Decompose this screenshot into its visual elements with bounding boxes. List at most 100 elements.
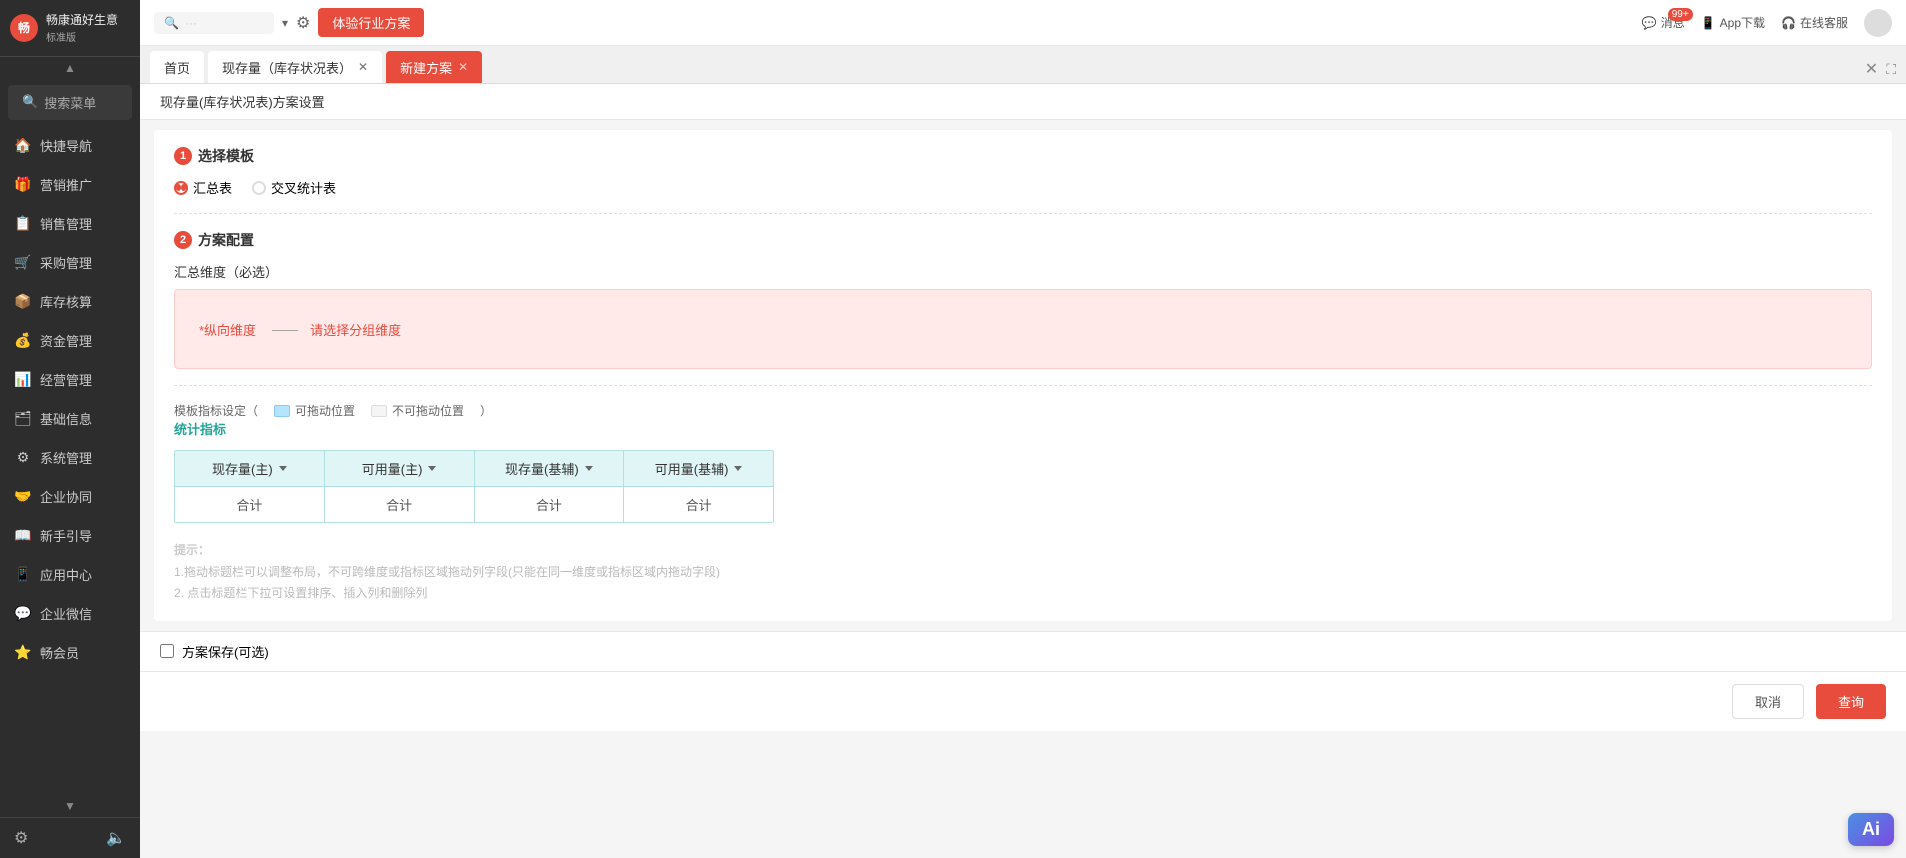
basic-info-icon: 🗂 (14, 409, 32, 427)
sidebar-item-enterprise[interactable]: 🤝企业协同 (0, 477, 140, 516)
tab-home-label: 首页 (164, 58, 190, 77)
step1-badge: 1 (174, 147, 192, 165)
search-icon: 🔍 (22, 94, 38, 110)
radio-cross-label: 交叉统计表 (271, 178, 336, 197)
scroll-down-button[interactable]: ▼ (0, 795, 140, 817)
radio-cross-dot (252, 181, 266, 195)
sidebar-item-label: 企业协同 (40, 487, 92, 506)
sidebar-item-quick-nav[interactable]: 🏠快捷导航 (0, 126, 140, 165)
page-title: 现存量(库存状况表)方案设置 (160, 95, 325, 110)
tab-inventory-status[interactable]: 现存量（库存状况表） ✕ (208, 51, 382, 83)
stat-data-col2: 合计 (325, 487, 475, 522)
sidebar-item-vip[interactable]: ⭐畅会员 (0, 633, 140, 672)
stat-header-col4[interactable]: 可用量(基辅) (624, 451, 773, 486)
stat-header-col1[interactable]: 现存量(主) (175, 451, 325, 486)
tab-inventory-label: 现存量（库存状况表） (222, 58, 352, 77)
sidebar-item-label: 新手引导 (40, 526, 92, 545)
sidebar-item-finance[interactable]: 💰资金管理 (0, 321, 140, 360)
stat-header-col2[interactable]: 可用量(主) (325, 451, 475, 486)
step1-title: 1 选择模板 (174, 146, 1872, 166)
legend-movable: 可拖动位置 (274, 402, 355, 419)
phone-icon: 📱 (1701, 16, 1716, 30)
topbar: 🔍 ··· ▾ ⚙ 体验行业方案 💬 消息 99+ 📱 App下载 🎧 在线客服 (140, 0, 1906, 46)
vip-icon: ⭐ (14, 643, 32, 661)
col-dropdown-icon (279, 466, 287, 471)
topbar-right: 💬 消息 99+ 📱 App下载 🎧 在线客服 (1642, 9, 1892, 37)
stat-header-row: 现存量(主)可用量(主)现存量(基辅)可用量(基辅) (175, 451, 773, 486)
tab-inventory-close-icon[interactable]: ✕ (358, 60, 368, 74)
stat-data-col1: 合计 (175, 487, 325, 522)
online-service-button[interactable]: 🎧 在线客服 (1781, 14, 1848, 31)
user-avatar[interactable] (1864, 9, 1892, 37)
app-download-button[interactable]: 📱 App下载 (1701, 14, 1765, 31)
sidebar-item-system[interactable]: ⚙系统管理 (0, 438, 140, 477)
stat-header-col3[interactable]: 现存量(基辅) (475, 451, 625, 486)
stat-data-label: 合计 (386, 495, 412, 514)
new-guide-icon: 📖 (14, 526, 32, 544)
tab-new-scheme[interactable]: 新建方案 ✕ (386, 51, 482, 83)
radio-cross[interactable]: 交叉统计表 (252, 178, 336, 197)
tab-home[interactable]: 首页 (150, 51, 204, 83)
content-area: 现存量(库存状况表)方案设置 1 选择模板 汇总表 交叉统计表 (140, 84, 1906, 858)
headset-icon: 🎧 (1781, 16, 1796, 30)
topbar-gear-icon[interactable]: ⚙ (296, 13, 310, 33)
col-dropdown-icon (428, 466, 436, 471)
sidebar-item-operations[interactable]: 📊经营管理 (0, 360, 140, 399)
dim-label: 汇总维度（必选） (174, 262, 1872, 281)
sales-icon: 📋 (14, 214, 32, 232)
sidebar-item-label: 资金管理 (40, 331, 92, 350)
quick-nav-icon: 🏠 (14, 136, 32, 154)
marketing-icon: 🎁 (14, 175, 32, 193)
col-dropdown-icon (585, 466, 593, 471)
legend-immovable-label: 不可拖动位置 (392, 402, 464, 419)
settings-icon[interactable]: ⚙ (14, 828, 28, 848)
tips-area: 提示： 1.拖动标题栏可以调整布局，不可跨维度或指标区域拖动列字段(只能在同一维… (174, 540, 1872, 605)
sidebar-item-new-guide[interactable]: 📖 新手引导 (0, 516, 140, 555)
stat-data-col3: 合计 (475, 487, 625, 522)
message-badge: 99+ (1668, 8, 1693, 21)
sidebar-item-app-center[interactable]: 📱应用中心 (0, 555, 140, 594)
scroll-up-button[interactable]: ▲ (0, 57, 140, 79)
dim-placeholder: 请选择分组维度 (310, 320, 401, 339)
stat-data-label: 合计 (536, 495, 562, 514)
speaker-icon[interactable]: 🔈 (106, 828, 126, 848)
dim-divider: —— (272, 322, 298, 337)
brand-name: 畅康通好生意 (46, 12, 118, 29)
sidebar-item-label: 企业微信 (40, 604, 92, 623)
message-icon: 💬 (1642, 16, 1657, 30)
message-button[interactable]: 💬 消息 99+ (1642, 14, 1685, 31)
step1-label: 选择模板 (198, 146, 254, 166)
ai-badge[interactable]: Ai (1848, 813, 1894, 846)
window-close-icon[interactable]: ✕ (1865, 59, 1878, 79)
stat-table-title: 统计指标 (174, 419, 1872, 438)
tips-title: 提示： (174, 543, 210, 557)
sidebar-item-label: 库存核算 (40, 292, 92, 311)
topbar-search-area[interactable]: 🔍 ··· (154, 12, 274, 34)
query-button[interactable]: 查询 (1816, 684, 1886, 719)
sidebar-item-label: 系统管理 (40, 448, 92, 467)
radio-summary[interactable]: 汇总表 (174, 178, 232, 197)
step2-badge: 2 (174, 231, 192, 249)
sidebar-item-basic-info[interactable]: 🗂基础信息 (0, 399, 140, 438)
dim-area[interactable]: *纵向维度 —— 请选择分组维度 (174, 289, 1872, 369)
scheme-settings-card: 1 选择模板 汇总表 交叉统计表 2 方案配置 汇总维度（必选） (154, 130, 1892, 621)
sidebar-item-marketing[interactable]: 🎁营销推广 (0, 165, 140, 204)
tip-item-2: 2. 点击标题栏下拉可设置排序、插入列和删除列 (174, 583, 1872, 605)
window-expand-icon[interactable]: ⛶ (1886, 61, 1896, 78)
brand-header: 畅 畅康通好生意 标准版 (0, 0, 140, 57)
indicators-legend: 模板指标设定（ 可拖动位置 不可拖动位置 ） (174, 402, 1872, 419)
sidebar-item-label: 经营管理 (40, 370, 92, 389)
search-menu-button[interactable]: 🔍 搜索菜单 (8, 85, 132, 120)
save-checkbox[interactable] (160, 644, 174, 658)
section-separator-1 (174, 213, 1872, 214)
sidebar-item-sales[interactable]: 📋销售管理 (0, 204, 140, 243)
sidebar-item-inventory[interactable]: 📦 库存核算 (0, 282, 140, 321)
sidebar-item-label: 应用中心 (40, 565, 92, 584)
sidebar-item-purchase[interactable]: 🛒采购管理 (0, 243, 140, 282)
tab-new-close-icon[interactable]: ✕ (458, 60, 468, 74)
topbar-dropdown-icon[interactable]: ▾ (282, 16, 288, 30)
sidebar-item-wechat[interactable]: 💬企业微信 (0, 594, 140, 633)
trial-button[interactable]: 体验行业方案 (318, 8, 424, 37)
cancel-button[interactable]: 取消 (1732, 684, 1804, 719)
inventory-icon: 📦 (14, 292, 32, 310)
